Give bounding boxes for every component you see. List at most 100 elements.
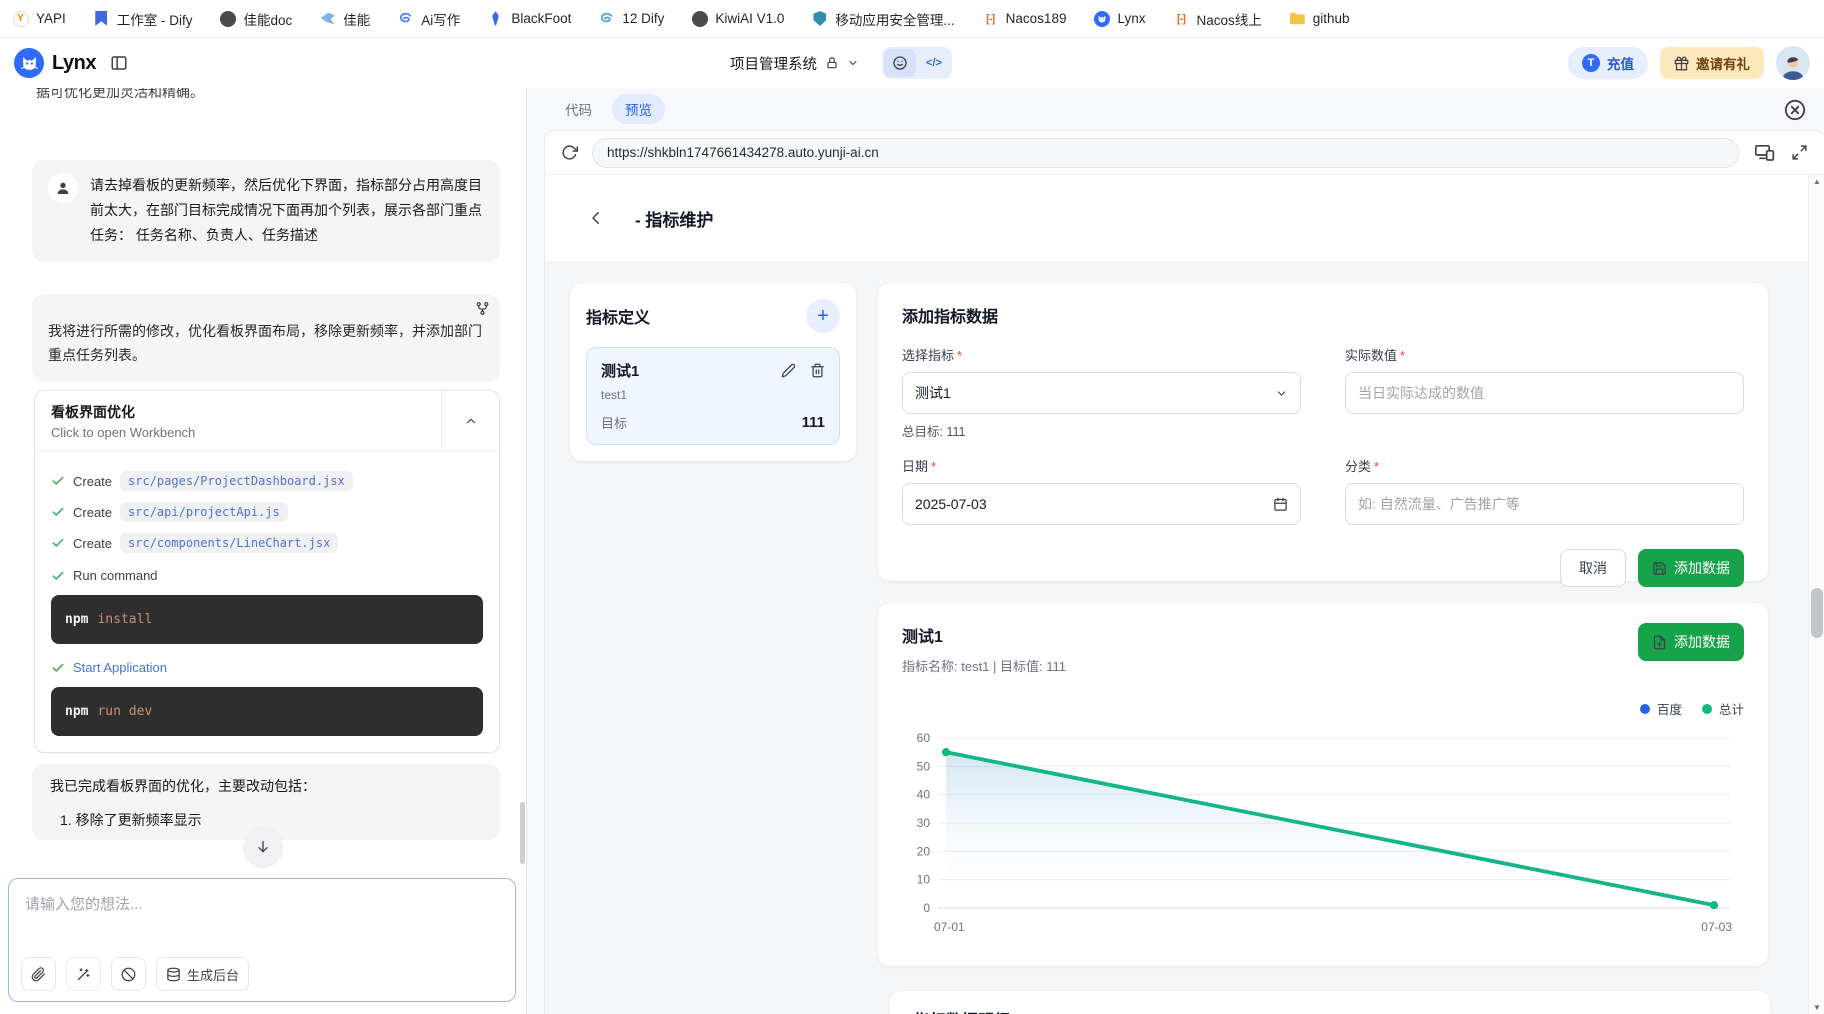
page-scrollbar[interactable]: ▲ ▼ [1808,175,1824,1014]
bookmark-dify-studio[interactable]: 工作室 - Dify [93,9,193,29]
data-detail-title: 指标数据明细 [914,1007,1746,1014]
fullscreen-button[interactable] [1791,144,1808,161]
file-pill[interactable]: src/pages/ProjectDashboard.jsx [120,471,353,491]
device-preview-button[interactable] [1755,144,1775,161]
category-field: 分类 * [1345,456,1744,525]
actual-value-input[interactable] [1358,385,1731,401]
file-pill[interactable]: src/api/projectApi.js [120,502,288,522]
nacos-favicon: [-] [986,12,995,25]
task-row: Create src/components/LineChart.jsx [51,533,483,553]
bookmark-blackfoot[interactable]: BlackFoot [487,10,571,27]
bookmark-github[interactable]: github [1289,10,1350,27]
refresh-icon [562,145,578,160]
task-action: Create [73,504,113,520]
submit-add-data-button[interactable]: 添加数据 [1638,549,1744,587]
stop-slash-button[interactable] [111,957,146,991]
tab-preview[interactable]: 预览 [612,94,665,124]
metric-list-item[interactable]: 测试1 test1 目标 111 [586,347,840,445]
url-bar-actions [1755,144,1808,161]
data-detail-card: 指标数据明细 [890,991,1770,1014]
user-message-text: 请去掉看板的更新频率，然后优化下界面，指标部分占用高度目前太大，在部门目标完成情… [90,177,482,244]
file-pill[interactable]: src/components/LineChart.jsx [120,533,339,553]
brand-name: Lynx [52,51,96,74]
invite-button[interactable]: 邀请有礼 [1660,47,1764,79]
bookmark-kiwiai[interactable]: KiwiAI V1.0 [691,10,784,27]
bookmark-nacos189[interactable]: [-] Nacos189 [982,10,1066,27]
date-field: 日期 * [902,456,1301,525]
close-preview-button[interactable] [1784,99,1806,121]
workbench-card: 看板界面优化 Click to open Workbench Create sr… [34,390,500,753]
chart-add-data-button[interactable]: 添加数据 [1638,623,1744,661]
calendar-icon[interactable] [1273,497,1288,512]
bookmark-jianeng-doc[interactable]: 佳能doc [220,9,292,29]
page-scrollbar-thumb[interactable] [1811,588,1823,638]
fork-branch-icon[interactable] [475,301,490,316]
sidebar-toggle-icon[interactable] [110,54,128,72]
attach-file-button[interactable] [21,957,56,991]
bookmark-nacos-online[interactable]: [-] Nacos线上 [1172,9,1262,29]
bookmark-label: github [1312,11,1350,26]
total-target-note: 总目标: 111 [902,425,966,439]
magic-wand-button[interactable] [66,957,101,991]
check-icon [52,538,64,547]
collapse-button[interactable] [441,391,499,451]
delete-metric-button[interactable] [810,363,825,378]
bookmark-yapi[interactable]: Y YAPI [12,10,66,27]
code-mode-button[interactable]: </> [918,49,950,77]
back-button[interactable] [587,209,605,227]
y-tick-label: 20 [917,844,931,858]
bookmark-label: 12 Dify [622,11,665,26]
topup-button[interactable]: T 充值 [1568,47,1648,79]
close-circle-icon [1784,99,1806,121]
scrollbar-down-arrow[interactable]: ▼ [1809,1003,1824,1012]
sidebar-scrollbar-thumb[interactable] [520,802,525,864]
assistant-intro-text: 我将进行所需的修改，优化看板界面布局，移除更新频率，并添加部门重点任务列表。 [48,323,482,363]
line-chart: 0 10 20 30 40 50 60 07-01 07-03 [902,726,1744,938]
chat-input[interactable] [9,879,515,943]
category-input[interactable] [1358,496,1731,512]
user-avatar[interactable] [1776,46,1810,80]
required-mark: * [1400,348,1406,363]
x-tick-label: 07-01 [934,920,965,934]
mode-switch: </> [882,47,952,79]
chat-mode-button[interactable] [884,49,916,77]
bookmark-label: 移动应用安全管理... [835,12,955,28]
add-metric-button[interactable]: + [806,299,840,333]
bookmark-ai-writing[interactable]: Ai写作 [397,9,460,29]
composer-toolbar: 生成后台 [21,957,250,991]
select-metric-field: 选择指标 * 测试1 总目标: 111 [902,345,1301,440]
open-workbench-button[interactable]: 看板界面优化 Click to open Workbench [35,391,441,451]
url-input[interactable]: https://shkbln1747661434278.auto.yunji-a… [592,137,1739,168]
edit-metric-button[interactable] [781,363,796,378]
category-input-wrap [1345,483,1744,525]
scroll-to-bottom-button[interactable] [244,828,282,866]
person-icon [1782,57,1804,80]
bookmarks-bar: Y YAPI 工作室 - Dify 佳能doc 佳能 Ai写作 BlackFoo… [0,0,1824,38]
user-message: 请去掉看板的更新频率，然后优化下界面，指标部分占用高度目前太大，在部门目标完成情… [32,160,500,262]
bookmark-jianeng[interactable]: 佳能 [319,9,370,29]
start-application-link[interactable]: Start Application [73,660,167,675]
generate-backend-button[interactable]: 生成后台 [156,957,250,991]
bookmark-lynx[interactable]: Lynx [1093,10,1145,27]
bookmark-mobile-security[interactable]: 移动应用安全管理... [811,9,955,29]
page-title: - 指标维护 [635,210,714,230]
date-input[interactable] [915,496,1273,512]
refresh-button[interactable] [561,144,578,161]
cancel-button[interactable]: 取消 [1560,549,1626,587]
task-action: Create [73,535,113,551]
metric-select[interactable]: 测试1 [902,372,1301,414]
submit-label: 添加数据 [1674,560,1730,576]
brand-logo-group[interactable]: Lynx [14,48,96,78]
tab-code[interactable]: 代码 [555,94,602,124]
chat-scroll-area[interactable]: 据可优化更加灵活和精确。 请去掉看板的更新频率，然后优化下界面，指标部分占用高度… [0,88,520,872]
bookmark-12-dify[interactable]: 12 Dify [598,10,664,27]
scrollbar-up-arrow[interactable]: ▲ [1809,177,1824,186]
actual-value-field: 实际数值 * [1345,345,1744,440]
form-title: 添加指标数据 [902,309,999,326]
task-row: Run command [51,568,483,583]
flag-favicon [93,10,110,27]
preview-tab-bar: 代码 预览 [527,88,1824,130]
metric-definition-card: 指标定义 + 测试1 test1 目标 111 [570,283,856,461]
chat-sidebar: 据可优化更加灵活和精确。 请去掉看板的更新频率，然后优化下界面，指标部分占用高度… [0,88,527,1014]
project-title-group[interactable]: 项目管理系统 [730,38,859,88]
